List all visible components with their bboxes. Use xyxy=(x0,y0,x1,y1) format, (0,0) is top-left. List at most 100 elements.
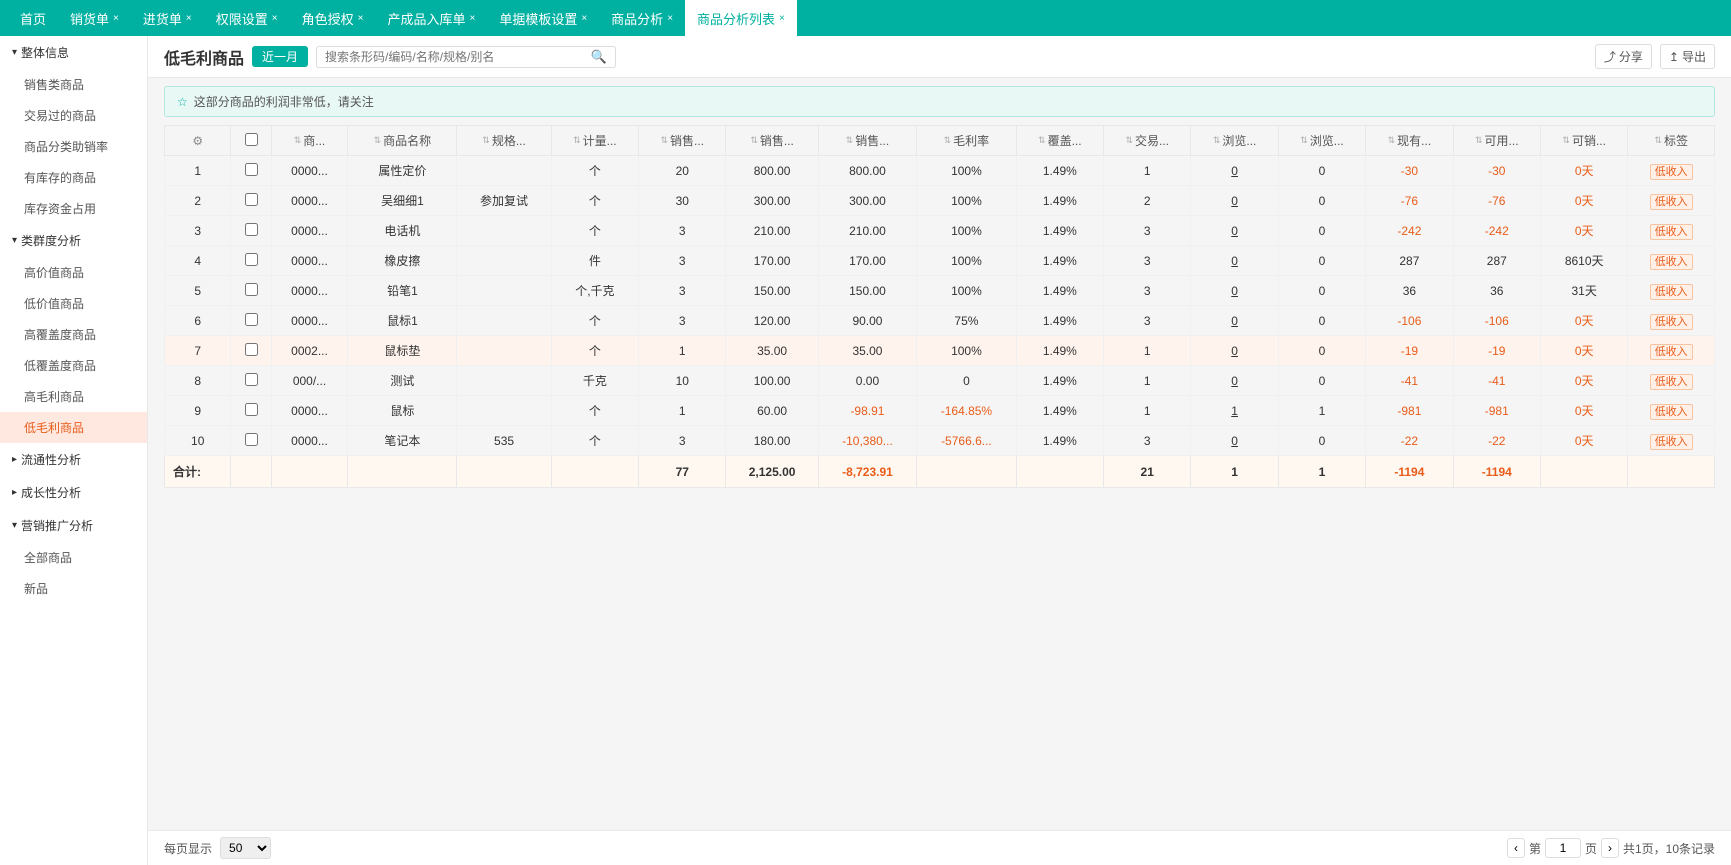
export-button[interactable]: ↥ 导出 xyxy=(1660,44,1715,69)
cell-available: -19 xyxy=(1453,336,1540,366)
browse-link[interactable]: 0 xyxy=(1231,374,1238,388)
cell-name: 铅笔1 xyxy=(348,276,457,306)
nav-item-首页[interactable]: 首页 xyxy=(8,0,58,36)
search-input[interactable] xyxy=(325,50,591,64)
cell-browse1: 0 xyxy=(1191,336,1278,366)
row-checkbox[interactable] xyxy=(245,223,258,236)
sidebar-group-成长性分析[interactable]: ▸成长性分析 xyxy=(0,476,147,509)
sidebar-item-低毛利商品[interactable]: 低毛利商品 xyxy=(0,412,147,443)
cell-sales_qty: 1 xyxy=(639,396,726,426)
cell-sales_qty: 3 xyxy=(639,306,726,336)
row-checkbox[interactable] xyxy=(245,193,258,206)
browse-link[interactable]: 0 xyxy=(1231,344,1238,358)
cell-sellable: 0天 xyxy=(1540,336,1627,366)
page-input[interactable] xyxy=(1545,838,1581,858)
close-icon[interactable]: × xyxy=(469,13,475,24)
cell-sellable: 31天 xyxy=(1540,276,1627,306)
sidebar-group-营销推广分析[interactable]: ▾营销推广分析 xyxy=(0,509,147,542)
table-row: 10000...属性定价个20800.00800.00100%1.49%100-… xyxy=(165,156,1715,186)
row-checkbox[interactable] xyxy=(245,313,258,326)
browse-link[interactable]: 1 xyxy=(1231,404,1238,418)
cell-spec xyxy=(457,246,551,276)
close-icon[interactable]: × xyxy=(113,13,119,24)
sidebar-item-高毛利商品[interactable]: 高毛利商品 xyxy=(0,381,147,412)
close-icon[interactable]: × xyxy=(358,13,364,24)
cell-sales_qty: 10 xyxy=(639,366,726,396)
cell-tag: 低收入 xyxy=(1628,216,1715,246)
sidebar-item-有库存的商品[interactable]: 有库存的商品 xyxy=(0,162,147,193)
cell-sellable: 0天 xyxy=(1540,426,1627,456)
nav-item-产成品入库单[interactable]: 产成品入库单× xyxy=(375,0,487,36)
sidebar-item-交易过的商品[interactable]: 交易过的商品 xyxy=(0,100,147,131)
nav-item-进货单[interactable]: 进货单× xyxy=(131,0,204,36)
close-icon[interactable]: × xyxy=(581,13,587,24)
cell-sales_amount: 150.00 xyxy=(818,276,916,306)
select-all-checkbox[interactable] xyxy=(245,133,258,146)
close-icon[interactable]: × xyxy=(667,13,673,24)
cell-name: 橡皮擦 xyxy=(348,246,457,276)
nav-item-单据模板设置[interactable]: 单据模板设置× xyxy=(487,0,599,36)
total-cell-2 xyxy=(271,456,348,488)
prev-page-button[interactable]: ‹ xyxy=(1507,838,1525,858)
nav-item-商品分析列表[interactable]: 商品分析列表× xyxy=(685,0,797,36)
browse-link[interactable]: 0 xyxy=(1231,314,1238,328)
share-button[interactable]: ⤴ 分享 xyxy=(1595,44,1652,69)
cell-current_stock: -30 xyxy=(1366,156,1453,186)
browse-link[interactable]: 0 xyxy=(1231,224,1238,238)
sidebar-item-高覆盖度商品[interactable]: 高覆盖度商品 xyxy=(0,319,147,350)
close-icon[interactable]: × xyxy=(272,13,278,24)
sidebar-group-类群度分析[interactable]: ▾类群度分析 xyxy=(0,224,147,257)
sidebar-group-流通性分析[interactable]: ▸流通性分析 xyxy=(0,443,147,476)
sidebar-item-高价值商品[interactable]: 高价值商品 xyxy=(0,257,147,288)
sort-icon: ⇅ xyxy=(374,135,382,146)
next-page-button[interactable]: › xyxy=(1601,838,1619,858)
row-checkbox[interactable] xyxy=(245,373,258,386)
col-header-tag: ⇅标签 xyxy=(1628,126,1715,156)
nav-item-销货单[interactable]: 销货单× xyxy=(58,0,131,36)
table-row: 20000...吴细细1参加复试个30300.00300.00100%1.49%… xyxy=(165,186,1715,216)
nav-item-角色授权[interactable]: 角色授权× xyxy=(290,0,376,36)
row-checkbox[interactable] xyxy=(245,433,258,446)
row-checkbox[interactable] xyxy=(245,253,258,266)
sidebar-item-全部商品[interactable]: 全部商品 xyxy=(0,542,147,573)
browse-link[interactable]: 0 xyxy=(1231,254,1238,268)
cell-cover_rate: 1.49% xyxy=(1016,276,1103,306)
cell-unit: 个 xyxy=(551,186,638,216)
nav-item-权限设置[interactable]: 权限设置× xyxy=(204,0,290,36)
cell-sales_price: 100.00 xyxy=(726,366,818,396)
page-end-label: 页 xyxy=(1585,840,1597,857)
browse-link[interactable]: 0 xyxy=(1231,164,1238,178)
search-icon: 🔍 xyxy=(591,49,607,65)
sidebar-item-低覆盖度商品[interactable]: 低覆盖度商品 xyxy=(0,350,147,381)
sidebar-item-低价值商品[interactable]: 低价值商品 xyxy=(0,288,147,319)
close-icon[interactable]: × xyxy=(186,13,192,24)
sidebar-item-库存资金占用[interactable]: 库存资金占用 xyxy=(0,193,147,224)
cell-browse1: 0 xyxy=(1191,276,1278,306)
sidebar-group-整体信息[interactable]: ▾整体信息 xyxy=(0,36,147,69)
table-wrapper[interactable]: ⚙⇅商...⇅商品名称⇅规格...⇅计量...⇅销售...⇅销售...⇅销售..… xyxy=(148,125,1731,830)
close-icon[interactable]: × xyxy=(779,13,785,24)
row-checkbox[interactable] xyxy=(245,163,258,176)
browse-link[interactable]: 0 xyxy=(1231,284,1238,298)
row-checkbox[interactable] xyxy=(245,283,258,296)
filter-button[interactable]: 近一月 xyxy=(252,46,308,67)
sidebar-item-新品[interactable]: 新品 xyxy=(0,573,147,604)
cell-sales_qty: 3 xyxy=(639,276,726,306)
sidebar-item-销售类商品[interactable]: 销售类商品 xyxy=(0,69,147,100)
row-checkbox[interactable] xyxy=(245,403,258,416)
cell-spec xyxy=(457,276,551,306)
alert-bar: ☆ 这部分商品的利润非常低，请关注 xyxy=(164,86,1715,117)
cell-cover_rate: 1.49% xyxy=(1016,186,1103,216)
browse-link[interactable]: 0 xyxy=(1231,434,1238,448)
settings-icon[interactable]: ⚙ xyxy=(192,134,203,148)
nav-item-商品分析[interactable]: 商品分析× xyxy=(599,0,685,36)
col-header-sales_qty: ⇅销售... xyxy=(639,126,726,156)
expand-arrow-icon: ▸ xyxy=(12,487,17,498)
tag-badge: 低收入 xyxy=(1650,344,1693,360)
sidebar-item-商品分类助销率[interactable]: 商品分类助销率 xyxy=(0,131,147,162)
page-size-select[interactable]: 50 100 200 xyxy=(220,837,271,859)
browse-link[interactable]: 0 xyxy=(1231,194,1238,208)
total-cell-11: 21 xyxy=(1104,456,1191,488)
row-checkbox[interactable] xyxy=(245,343,258,356)
total-cell-3 xyxy=(348,456,457,488)
